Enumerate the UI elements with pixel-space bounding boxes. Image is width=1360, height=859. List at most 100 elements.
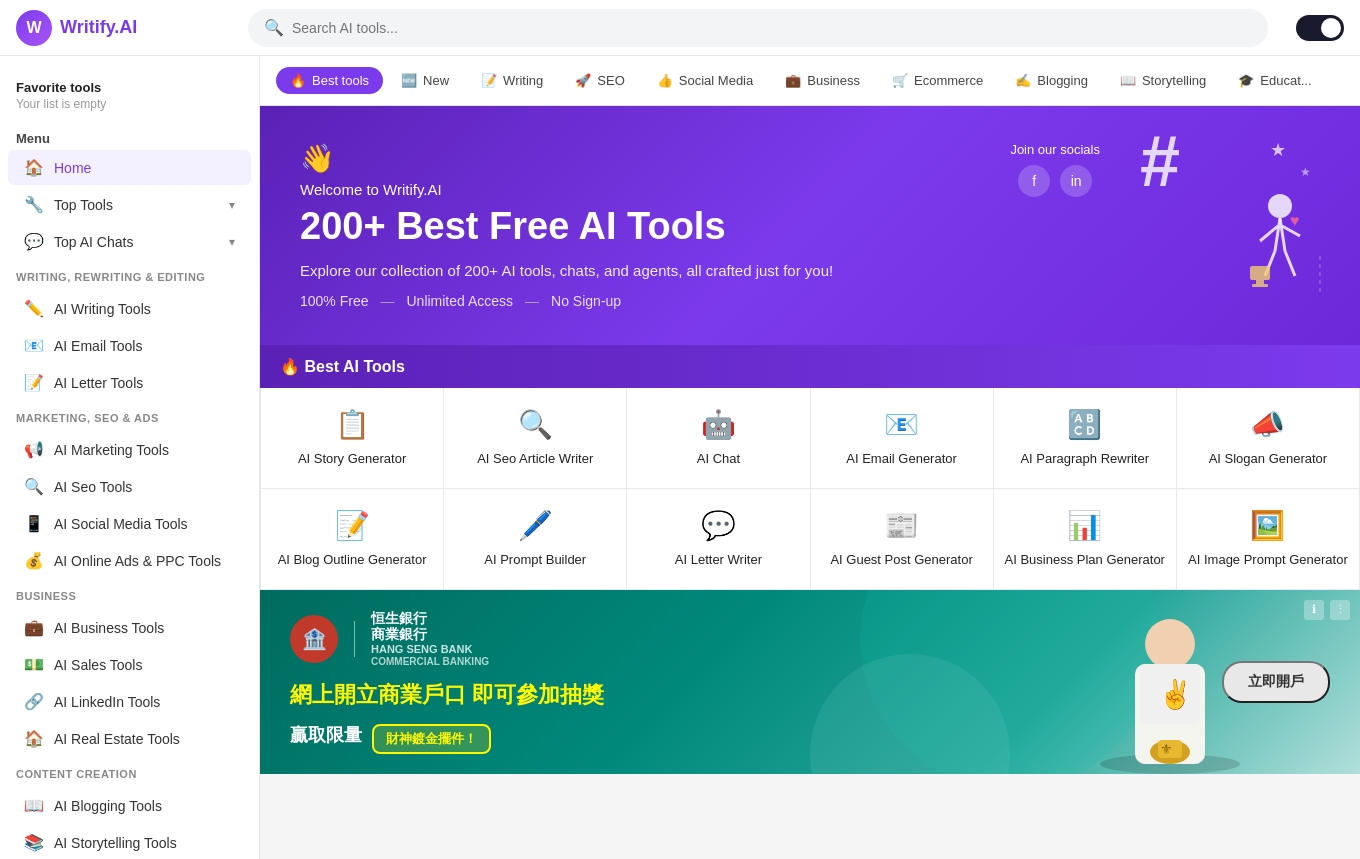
ad-cta-button[interactable]: 立即開戶 [1222,661,1330,703]
tab-ecommerce[interactable]: 🛒 Ecommerce [878,67,997,94]
ad-info-btn[interactable]: ℹ [1304,600,1324,620]
category-tabs: 🔥 Best tools 🆕 New 📝 Writing 🚀 SEO 👍 Soc… [260,56,1360,106]
email-generator-label: AI Email Generator [846,451,957,468]
sidebar-item-writing-tools[interactable]: ✏️ AI Writing Tools [8,291,251,326]
tab-new[interactable]: 🆕 New [387,67,463,94]
tools-header: 🔥 Best AI Tools [260,345,1360,388]
sidebar: Favorite tools Your list is empty Menu 🏠… [0,56,260,859]
sidebar-item-top-ai-chats[interactable]: 💬 Top AI Chats ▾ [8,224,251,259]
svg-point-4 [1268,194,1292,218]
blogging-tools-label: AI Blogging Tools [54,798,162,814]
seo-tools-label: AI Seo Tools [54,479,132,495]
blog-outline-label: AI Blog Outline Generator [278,552,427,569]
tool-letter-writer[interactable]: 💬 AI Letter Writer [627,489,810,590]
top-tools-label: Top Tools [54,197,113,213]
letter-tools-label: AI Letter Tools [54,375,143,391]
logo-text: Writify.AI [60,17,137,38]
letter-tools-icon: 📝 [24,373,44,392]
tool-paragraph-rewriter[interactable]: 🔠 AI Paragraph Rewriter [994,388,1177,489]
linkedin-icon[interactable]: in [1060,165,1092,197]
svg-line-10 [1285,251,1295,276]
blog-outline-icon: 📝 [335,509,370,542]
search-bar[interactable]: 🔍 [248,9,1268,47]
tab-social-media[interactable]: 👍 Social Media [643,67,767,94]
facebook-icon[interactable]: f [1018,165,1050,197]
blogging-tools-icon: 📖 [24,796,44,815]
online-ads-icon: 💰 [24,551,44,570]
tab-education[interactable]: 🎓 Educat... [1224,67,1325,94]
letter-writer-icon: 💬 [701,509,736,542]
toggle-wrap [1296,15,1344,41]
badge-nosignup: No Sign-up [551,293,621,309]
tab-best-tools[interactable]: 🔥 Best tools [276,67,383,94]
ad-tagline: 網上開立商業戶口 即可參加抽獎 [290,680,1202,710]
ad-prize-badge: 財神鍍金擺件！ [372,724,491,754]
writing-tools-label: AI Writing Tools [54,301,151,317]
social-icons: f in [1010,165,1100,197]
bank-logo-icon: 🏦 [290,615,338,663]
tool-image-prompt[interactable]: 🖼️ AI Image Prompt Generator [1177,489,1360,590]
paragraph-rewriter-icon: 🔠 [1067,408,1102,441]
ai-chats-icon: 💬 [24,232,44,251]
slogan-generator-label: AI Slogan Generator [1209,451,1328,468]
tab-business[interactable]: 💼 Business [771,67,874,94]
writing-tools-icon: ✏️ [24,299,44,318]
sidebar-item-top-tools[interactable]: 🔧 Top Tools ▾ [8,187,251,222]
business-tools-icon: 💼 [24,618,44,637]
real-estate-label: AI Real Estate Tools [54,731,180,747]
sidebar-item-online-ads[interactable]: 💰 AI Online Ads & PPC Tools [8,543,251,578]
email-tools-icon: 📧 [24,336,44,355]
storytelling-tools-label: AI Storytelling Tools [54,835,177,851]
marketing-tools-label: AI Marketing Tools [54,442,169,458]
tool-slogan-generator[interactable]: 📣 AI Slogan Generator [1177,388,1360,489]
svg-rect-13 [1252,284,1268,287]
tool-blog-outline[interactable]: 📝 AI Blog Outline Generator [261,489,444,590]
tab-seo[interactable]: 🚀 SEO [561,67,638,94]
business-plan-icon: 📊 [1067,509,1102,542]
tab-writing[interactable]: 📝 Writing [467,67,557,94]
ad-logo: 🏦 恒生銀行 商業銀行 HANG SENG BANK COMMERCIAL BA… [290,610,1202,669]
sidebar-item-real-estate[interactable]: 🏠 AI Real Estate Tools [8,721,251,756]
tool-guest-post[interactable]: 📰 AI Guest Post Generator [811,489,994,590]
tool-seo-writer[interactable]: 🔍 AI Seo Article Writer [444,388,627,489]
sidebar-favorites: Favorite tools Your list is empty [0,72,259,115]
badge-free: 100% Free [300,293,368,309]
tab-storytelling[interactable]: 📖 Storytelling [1106,67,1220,94]
chevron-down-icon-2: ▾ [229,235,235,249]
sales-tools-icon: 💵 [24,655,44,674]
main-content: 🔥 Best tools 🆕 New 📝 Writing 🚀 SEO 👍 Soc… [260,56,1360,859]
social-text: Join our socials [1010,142,1100,157]
sidebar-item-sales-tools[interactable]: 💵 AI Sales Tools [8,647,251,682]
tools-grid: 📋 AI Story Generator 🔍 AI Seo Article Wr… [260,388,1360,590]
sidebar-item-marketing-tools[interactable]: 📢 AI Marketing Tools [8,432,251,467]
svg-text:★: ★ [1270,140,1286,160]
marketing-section-title: Marketing, SEO & Ads [0,408,259,432]
sidebar-item-blogging-tools[interactable]: 📖 AI Blogging Tools [8,788,251,823]
sidebar-item-email-tools[interactable]: 📧 AI Email Tools [8,328,251,363]
tool-ai-chat[interactable]: 🤖 AI Chat [627,388,810,489]
ad-prize: 贏取限量 [290,723,362,747]
letter-writer-label: AI Letter Writer [675,552,762,569]
svg-line-6 [1280,218,1285,251]
tab-blogging[interactable]: ✍️ Blogging [1001,67,1102,94]
favorites-subtitle: Your list is empty [16,97,243,111]
business-tools-label: AI Business Tools [54,620,164,636]
email-generator-icon: 📧 [884,408,919,441]
tool-prompt-builder[interactable]: 🖊️ AI Prompt Builder [444,489,627,590]
tool-story-generator[interactable]: 📋 AI Story Generator [261,388,444,489]
paragraph-rewriter-label: AI Paragraph Rewriter [1020,451,1149,468]
sidebar-item-letter-tools[interactable]: 📝 AI Letter Tools [8,365,251,400]
sidebar-item-home[interactable]: 🏠 Home [8,150,251,185]
sidebar-item-seo-tools[interactable]: 🔍 AI Seo Tools [8,469,251,504]
tool-email-generator[interactable]: 📧 AI Email Generator [811,388,994,489]
search-input[interactable] [292,20,1252,36]
theme-toggle[interactable] [1296,15,1344,41]
sidebar-item-storytelling-tools[interactable]: 📚 AI Storytelling Tools [8,825,251,859]
sidebar-item-business-tools[interactable]: 💼 AI Business Tools [8,610,251,645]
linkedin-tools-icon: 🔗 [24,692,44,711]
sidebar-item-social-media-tools[interactable]: 📱 AI Social Media Tools [8,506,251,541]
ad-close-btn[interactable]: ⋮ [1330,600,1350,620]
tool-business-plan[interactable]: 📊 AI Business Plan Generator [994,489,1177,590]
sidebar-item-linkedin-tools[interactable]: 🔗 AI LinkedIn Tools [8,684,251,719]
business-section-title: Business [0,586,259,610]
